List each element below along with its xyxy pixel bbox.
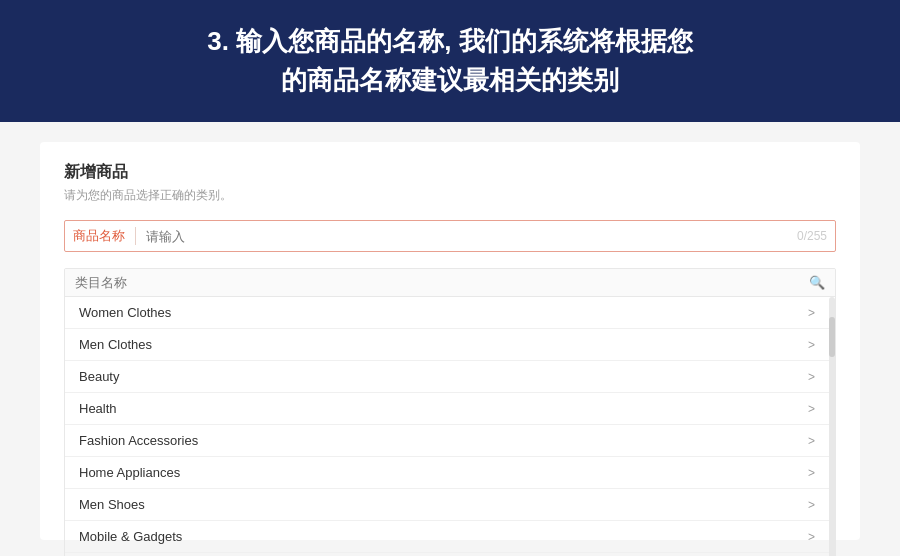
chevron-right-icon: >: [808, 498, 815, 512]
list-item[interactable]: Mobile & Gadgets >: [65, 521, 829, 553]
list-container: Women Clothes > Men Clothes > Beauty > Health >…: [65, 297, 829, 556]
list-item[interactable]: Health >: [65, 393, 829, 425]
product-name-row: 商品名称 0/255: [64, 220, 836, 252]
product-name-label: 商品名称: [73, 227, 136, 245]
category-label: Women Clothes: [79, 305, 171, 320]
list-item[interactable]: Home Appliances >: [65, 457, 829, 489]
category-list: Women Clothes > Men Clothes > Beauty > Health >…: [65, 297, 829, 556]
list-item[interactable]: Men Clothes >: [65, 329, 829, 361]
chevron-right-icon: >: [808, 434, 815, 448]
scrollbar-thumb[interactable]: [829, 317, 835, 357]
list-item[interactable]: Beauty >: [65, 361, 829, 393]
header-title: 3. 输入您商品的名称, 我们的系统将根据您 的商品名称建议最相关的类别: [60, 22, 840, 100]
card-subtitle: 请为您的商品选择正确的类别。: [64, 187, 836, 204]
product-name-input[interactable]: [146, 229, 797, 244]
search-icon: 🔍: [809, 275, 825, 290]
list-item[interactable]: Fashion Accessories >: [65, 425, 829, 457]
chevron-right-icon: >: [808, 530, 815, 544]
page-content: 新增商品 请为您的商品选择正确的类别。 商品名称 0/255 🔍 Women C…: [0, 122, 900, 556]
card-title: 新增商品: [64, 162, 836, 183]
header-banner: 3. 输入您商品的名称, 我们的系统将根据您 的商品名称建议最相关的类别: [0, 0, 900, 122]
chevron-right-icon: >: [808, 402, 815, 416]
scrollbar-area: Women Clothes > Men Clothes > Beauty > Health >…: [65, 297, 835, 556]
category-label: Beauty: [79, 369, 119, 384]
category-label: Men Clothes: [79, 337, 152, 352]
scrollbar[interactable]: [829, 297, 835, 556]
category-section: 🔍 Women Clothes>Men Clothes>Beauty>Healt…: [64, 268, 836, 556]
category-label: Mobile & Gadgets: [79, 529, 182, 544]
category-label: Health: [79, 401, 117, 416]
category-label: Men Shoes: [79, 497, 145, 512]
category-search-bar: 🔍: [65, 269, 835, 297]
list-item[interactable]: Women Clothes >: [65, 297, 829, 329]
card: 新增商品 请为您的商品选择正确的类别。 商品名称 0/255 🔍 Women C…: [40, 142, 860, 540]
product-name-count: 0/255: [797, 229, 827, 243]
category-label: Home Appliances: [79, 465, 180, 480]
category-search-input[interactable]: [75, 275, 809, 290]
chevron-right-icon: >: [808, 466, 815, 480]
list-item[interactable]: Men Shoes >: [65, 489, 829, 521]
category-label: Fashion Accessories: [79, 433, 198, 448]
chevron-right-icon: >: [808, 338, 815, 352]
chevron-right-icon: >: [808, 306, 815, 320]
chevron-right-icon: >: [808, 370, 815, 384]
